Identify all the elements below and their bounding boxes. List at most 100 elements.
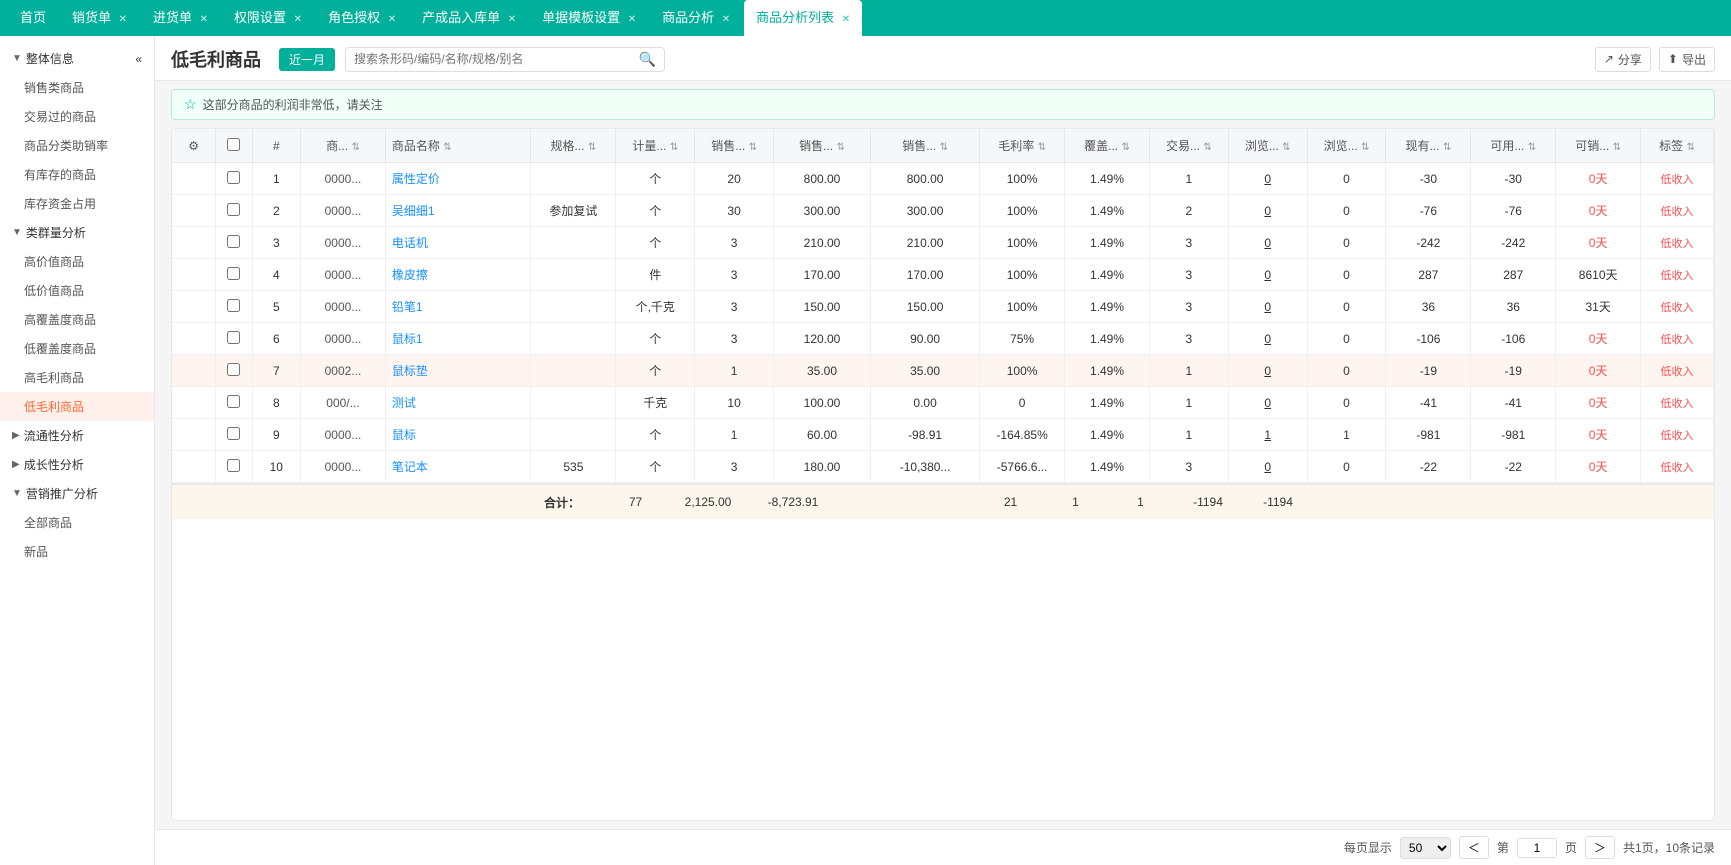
nav-sales[interactable]: 销货单 ✕ xyxy=(60,0,139,36)
row-view1-5[interactable]: 0 xyxy=(1228,323,1307,355)
row-view1-3[interactable]: 0 xyxy=(1228,259,1307,291)
nav-product-in-close[interactable]: ✕ xyxy=(508,14,516,25)
col-view2-header[interactable]: 浏览... ⇅ xyxy=(1307,129,1386,163)
row-view1-6[interactable]: 0 xyxy=(1228,355,1307,387)
nav-purchase-close[interactable]: ✕ xyxy=(200,14,208,25)
row-checkbox-2[interactable] xyxy=(227,235,240,248)
share-button[interactable]: ↗ 分享 xyxy=(1595,47,1651,72)
next-page-button[interactable]: ＞ xyxy=(1585,836,1615,859)
search-icon[interactable]: 🔍 xyxy=(639,51,656,68)
row-checkbox-0[interactable] xyxy=(227,171,240,184)
nav-permissions-close[interactable]: ✕ xyxy=(294,14,302,25)
row-view1-9[interactable]: 0 xyxy=(1228,451,1307,483)
sidebar-group-growth[interactable]: ▶ 成长性分析 xyxy=(0,450,154,479)
select-all-checkbox[interactable] xyxy=(227,138,240,151)
col-settings-header[interactable]: ⚙ xyxy=(172,129,216,163)
row-view1-1[interactable]: 0 xyxy=(1228,195,1307,227)
col-view1-header[interactable]: 浏览... ⇅ xyxy=(1228,129,1307,163)
row-name-7[interactable]: 测试 xyxy=(385,387,531,419)
row-checkbox-1[interactable] xyxy=(227,203,240,216)
sidebar-item-high-coverage[interactable]: 高覆盖度商品 xyxy=(0,305,154,334)
row-checkbox-5[interactable] xyxy=(227,331,240,344)
sidebar-item-stock-goods[interactable]: 有库存的商品 xyxy=(0,160,154,189)
row-name-2[interactable]: 电话机 xyxy=(385,227,531,259)
col-current-header[interactable]: 现有... ⇅ xyxy=(1386,129,1471,163)
row-view1-0[interactable]: 0 xyxy=(1228,163,1307,195)
col-sale-price-header[interactable]: 销售... ⇅ xyxy=(774,129,871,163)
row-name-9[interactable]: 笔记本 xyxy=(385,451,531,483)
row-name-8[interactable]: 鼠标 xyxy=(385,419,531,451)
row-check-2[interactable] xyxy=(216,227,252,259)
row-name-4[interactable]: 铅笔1 xyxy=(385,291,531,323)
nav-template-close[interactable]: ✕ xyxy=(628,14,636,25)
col-code-header[interactable]: 商... ⇅ xyxy=(301,129,386,163)
nav-product-analysis-list-close[interactable]: ✕ xyxy=(842,14,850,25)
row-name-0[interactable]: 属性定价 xyxy=(385,163,531,195)
nav-home[interactable]: 首页 xyxy=(8,0,58,36)
nav-roles[interactable]: 角色授权 ✕ xyxy=(316,0,408,36)
row-checkbox-4[interactable] xyxy=(227,299,240,312)
nav-product-analysis-list[interactable]: 商品分析列表 ✕ xyxy=(744,0,862,36)
nav-template[interactable]: 单据模板设置 ✕ xyxy=(530,0,648,36)
col-available-header[interactable]: 可用... ⇅ xyxy=(1471,129,1556,163)
row-view1-2[interactable]: 0 xyxy=(1228,227,1307,259)
collapse-overall[interactable]: « xyxy=(135,52,142,66)
row-checkbox-6[interactable] xyxy=(227,363,240,376)
page-input[interactable] xyxy=(1517,838,1557,858)
sidebar-group-marketing[interactable]: ▼ 营销推广分析 xyxy=(0,479,154,508)
row-check-1[interactable] xyxy=(216,195,252,227)
col-cover-header[interactable]: 覆盖... ⇅ xyxy=(1065,129,1150,163)
sidebar-item-new-goods[interactable]: 新品 xyxy=(0,537,154,566)
sidebar-item-sales-goods[interactable]: 销售类商品 xyxy=(0,73,154,102)
sidebar-group-cluster[interactable]: ▼ 类群量分析 xyxy=(0,218,154,247)
row-check-4[interactable] xyxy=(216,291,252,323)
row-checkbox-8[interactable] xyxy=(227,427,240,440)
nav-permissions[interactable]: 权限设置 ✕ xyxy=(222,0,314,36)
search-input[interactable] xyxy=(354,52,639,66)
sidebar-item-traded-goods[interactable]: 交易过的商品 xyxy=(0,102,154,131)
sidebar-group-flow[interactable]: ▶ 流通性分析 xyxy=(0,421,154,450)
nav-product-in[interactable]: 产成品入库单 ✕ xyxy=(410,0,528,36)
row-check-0[interactable] xyxy=(216,163,252,195)
row-check-8[interactable] xyxy=(216,419,252,451)
col-unit-header[interactable]: 计量... ⇅ xyxy=(616,129,695,163)
sidebar-item-low-value[interactable]: 低价值商品 xyxy=(0,276,154,305)
row-name-1[interactable]: 吴细细1 xyxy=(385,195,531,227)
sidebar-item-high-margin[interactable]: 高毛利商品 xyxy=(0,363,154,392)
nav-purchase[interactable]: 进货单 ✕ xyxy=(141,0,220,36)
sidebar-item-all-goods[interactable]: 全部商品 xyxy=(0,508,154,537)
sidebar-item-high-value[interactable]: 高价值商品 xyxy=(0,247,154,276)
prev-page-button[interactable]: ＜ xyxy=(1459,836,1489,859)
row-checkbox-9[interactable] xyxy=(227,459,240,472)
sidebar-group-overall[interactable]: ▼ 整体信息 « xyxy=(0,44,154,73)
export-button[interactable]: ⬆ 导出 xyxy=(1659,47,1715,72)
row-check-3[interactable] xyxy=(216,259,252,291)
col-gross-header[interactable]: 毛利率 ⇅ xyxy=(980,129,1065,163)
sidebar-item-low-margin[interactable]: 低毛利商品 xyxy=(0,392,154,421)
row-check-5[interactable] xyxy=(216,323,252,355)
nav-product-analysis-close[interactable]: ✕ xyxy=(722,14,730,25)
nav-sales-close[interactable]: ✕ xyxy=(119,14,127,25)
sidebar-item-capital[interactable]: 库存资金占用 xyxy=(0,189,154,218)
row-check-9[interactable] xyxy=(216,451,252,483)
col-sellable-header[interactable]: 可销... ⇅ xyxy=(1556,129,1641,163)
col-check-header[interactable] xyxy=(216,129,252,163)
col-sale-profit-header[interactable]: 销售... ⇅ xyxy=(871,129,980,163)
per-page-select[interactable]: 50 20 100 xyxy=(1400,837,1451,859)
row-view1-7[interactable]: 0 xyxy=(1228,387,1307,419)
sidebar-item-category-rate[interactable]: 商品分类助销率 xyxy=(0,131,154,160)
row-name-3[interactable]: 橡皮擦 xyxy=(385,259,531,291)
row-check-6[interactable] xyxy=(216,355,252,387)
period-button[interactable]: 近一月 xyxy=(279,48,335,71)
nav-product-analysis[interactable]: 商品分析 ✕ xyxy=(650,0,742,36)
sidebar-item-low-coverage[interactable]: 低覆盖度商品 xyxy=(0,334,154,363)
col-spec-header[interactable]: 规格... ⇅ xyxy=(531,129,616,163)
row-checkbox-3[interactable] xyxy=(227,267,240,280)
col-sale-qty-header[interactable]: 销售... ⇅ xyxy=(695,129,774,163)
row-name-6[interactable]: 鼠标垫 xyxy=(385,355,531,387)
row-checkbox-7[interactable] xyxy=(227,395,240,408)
row-view1-4[interactable]: 0 xyxy=(1228,291,1307,323)
col-trade-header[interactable]: 交易... ⇅ xyxy=(1149,129,1228,163)
row-view1-8[interactable]: 1 xyxy=(1228,419,1307,451)
nav-roles-close[interactable]: ✕ xyxy=(388,14,396,25)
